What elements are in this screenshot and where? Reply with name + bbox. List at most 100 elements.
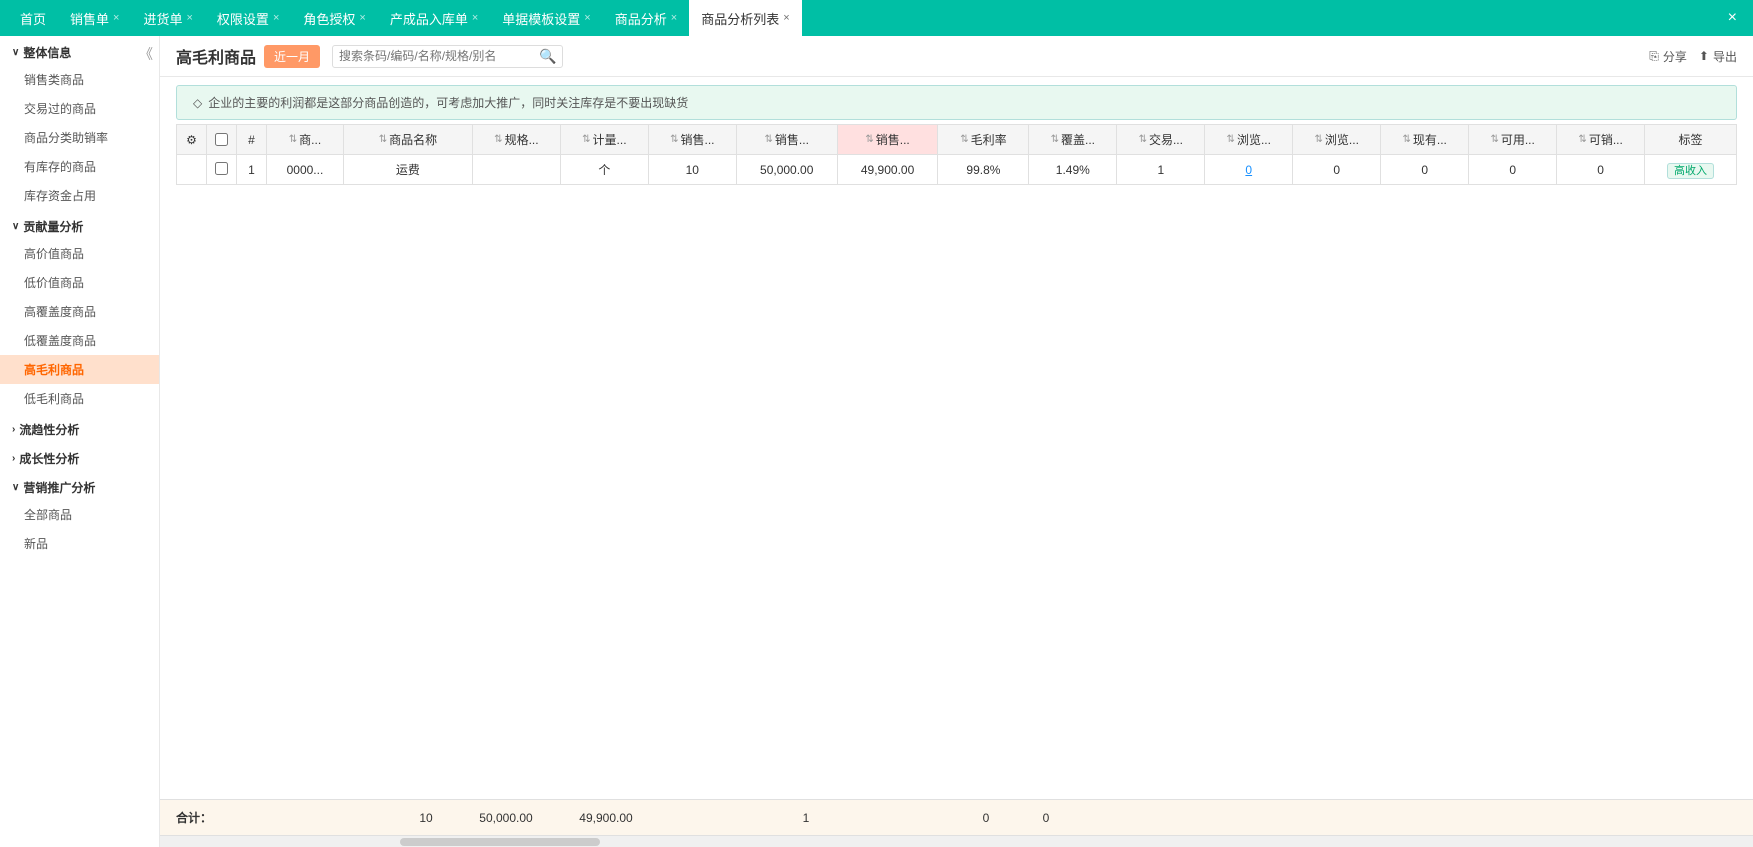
sidebar-item-stock-capital[interactable]: 库存资金占用: [0, 181, 159, 210]
nav-close-permission-settings[interactable]: ×: [273, 12, 279, 24]
total-placeholder2: [716, 811, 776, 825]
data-table-container[interactable]: ⚙ # ⇅商... ⇅商品名称: [160, 124, 1753, 799]
sidebar-collapse-button[interactable]: 《: [139, 44, 153, 64]
sidebar-group-contribution-analysis[interactable]: ∨ 贡献量分析: [0, 210, 159, 239]
col-settings[interactable]: ⚙: [177, 125, 207, 155]
sidebar-item-high-coverage-goods[interactable]: 高覆盖度商品: [0, 297, 159, 326]
total-sales-profit: 49,900.00: [556, 811, 656, 825]
nav-purchase-order[interactable]: 进货单 ×: [131, 0, 204, 36]
total-placeholder3: [836, 811, 896, 825]
col-stock[interactable]: ⇅现有...: [1381, 125, 1469, 155]
cell-browse-count2: 0: [1293, 155, 1381, 185]
col-checkbox[interactable]: [207, 125, 237, 155]
cell-browse-count1[interactable]: 0: [1205, 155, 1293, 185]
col-spec[interactable]: ⇅规格...: [472, 125, 560, 155]
search-input[interactable]: [339, 49, 539, 63]
sort-icon-gross-rate: ⇅: [960, 134, 968, 145]
col-sales-qty[interactable]: ⇅销售...: [648, 125, 736, 155]
sidebar-item-goods-in-stock[interactable]: 有库存的商品: [0, 152, 159, 181]
sidebar-item-new-goods[interactable]: 新品: [0, 529, 159, 558]
sort-icon-browse2: ⇅: [1315, 134, 1323, 145]
col-tag[interactable]: 标签: [1645, 125, 1737, 155]
nav-close-product-inbound[interactable]: ×: [472, 12, 478, 24]
expand-arrow-marketing: ∨: [12, 482, 19, 493]
footer-total-row: 合计： 10 50,000.00 49,900.00 1 0 0: [160, 799, 1753, 835]
sort-icon-sales-qty: ⇅: [670, 134, 678, 145]
sidebar-group-overall-info[interactable]: ∨ 整体信息: [0, 36, 159, 65]
info-icon: ◇: [193, 96, 202, 110]
sidebar-item-category-sales-rate[interactable]: 商品分类助销率: [0, 123, 159, 152]
sort-icon-unit: ⇅: [582, 134, 590, 145]
col-available[interactable]: ⇅可用...: [1469, 125, 1557, 155]
sort-icon-sales-profit: ⇅: [865, 134, 873, 145]
share-button[interactable]: ⎘ 分享: [1649, 48, 1687, 65]
sort-icon-saleable: ⇅: [1578, 134, 1586, 145]
sidebar-item-sales-goods[interactable]: 销售类商品: [0, 65, 159, 94]
sort-icon-browse1: ⇅: [1227, 134, 1235, 145]
cell-unit: 个: [560, 155, 648, 185]
sidebar-item-low-margin-goods[interactable]: 低毛利商品: [0, 384, 159, 413]
sidebar-item-high-margin-goods[interactable]: 高毛利商品: [0, 355, 159, 384]
sidebar-item-high-value-goods[interactable]: 高价值商品: [0, 239, 159, 268]
sidebar-group-trend-analysis[interactable]: › 流趋性分析: [0, 413, 159, 442]
nav-permission-settings[interactable]: 权限设置 ×: [205, 0, 291, 36]
col-cover-rate[interactable]: ⇅覆盖...: [1029, 125, 1117, 155]
nav-close-sales-order[interactable]: ×: [113, 12, 119, 24]
sidebar-item-traded-goods[interactable]: 交易过的商品: [0, 94, 159, 123]
nav-template-settings[interactable]: 单据模板设置 ×: [490, 0, 602, 36]
col-saleable[interactable]: ⇅可销...: [1557, 125, 1645, 155]
filter-period-button[interactable]: 近一月: [264, 45, 320, 68]
sidebar-group-marketing-analysis[interactable]: ∨ 营销推广分析: [0, 471, 159, 500]
export-button[interactable]: ⬆ 导出: [1699, 48, 1737, 65]
cell-checkbox[interactable]: [207, 155, 237, 185]
expand-arrow-trend: ›: [12, 424, 15, 435]
nav-home[interactable]: 首页: [8, 0, 58, 36]
sidebar-item-all-goods[interactable]: 全部商品: [0, 500, 159, 529]
horizontal-scrollbar[interactable]: [160, 835, 1753, 847]
nav-close-product-analysis-list[interactable]: ×: [783, 12, 789, 24]
sort-icon-available: ⇅: [1490, 134, 1498, 145]
sort-icon-stock: ⇅: [1402, 134, 1410, 145]
select-all-checkbox[interactable]: [215, 133, 228, 146]
table-header-row: ⚙ # ⇅商... ⇅商品名称: [177, 125, 1737, 155]
nav-role-auth[interactable]: 角色授权 ×: [291, 0, 377, 36]
col-code[interactable]: ⇅商...: [267, 125, 344, 155]
col-gross-rate[interactable]: ⇅毛利率: [938, 125, 1029, 155]
search-icon[interactable]: 🔍: [539, 48, 556, 65]
cell-code: 0000...: [267, 155, 344, 185]
nav-product-analysis-list[interactable]: 商品分析列表 ×: [689, 0, 801, 36]
col-name[interactable]: ⇅商品名称: [343, 125, 472, 155]
header-actions: ⎘ 分享 ⬆ 导出: [1649, 48, 1737, 65]
nav-close-template-settings[interactable]: ×: [584, 12, 590, 24]
sidebar-group-growth-analysis[interactable]: › 成长性分析: [0, 442, 159, 471]
col-browse-count1[interactable]: ⇅浏览...: [1205, 125, 1293, 155]
export-icon: ⬆: [1699, 49, 1709, 63]
data-table: ⚙ # ⇅商... ⇅商品名称: [176, 124, 1737, 185]
nav-close-product-analysis[interactable]: ×: [671, 12, 677, 24]
nav-product-inbound[interactable]: 产成品入库单 ×: [378, 0, 490, 36]
col-trade-count[interactable]: ⇅交易...: [1117, 125, 1205, 155]
col-browse-count2[interactable]: ⇅浏览...: [1293, 125, 1381, 155]
cell-stock: 0: [1381, 155, 1469, 185]
nav-close-role-auth[interactable]: ×: [359, 12, 365, 24]
close-window-button[interactable]: ×: [1720, 9, 1745, 27]
sidebar-item-low-value-goods[interactable]: 低价值商品: [0, 268, 159, 297]
sidebar-item-low-coverage-goods[interactable]: 低覆盖度商品: [0, 326, 159, 355]
total-sales-amt: 50,000.00: [456, 811, 556, 825]
nav-product-analysis[interactable]: 商品分析 ×: [603, 0, 689, 36]
total-label: 合计：: [176, 809, 396, 826]
nav-close-purchase-order[interactable]: ×: [186, 12, 192, 24]
top-navigation: 首页 销售单 × 进货单 × 权限设置 × 角色授权 × 产成品入库单 × 单据…: [0, 0, 1753, 36]
col-sales-profit[interactable]: ⇅销售...: [837, 125, 938, 155]
cell-settings: [177, 155, 207, 185]
row-checkbox[interactable]: [215, 162, 228, 175]
cell-sales-profit: 49,900.00: [837, 155, 938, 185]
col-sales-amt[interactable]: ⇅销售...: [736, 125, 837, 155]
scroll-thumb[interactable]: [400, 838, 600, 846]
nav-sales-order[interactable]: 销售单 ×: [58, 0, 131, 36]
browse-link[interactable]: 0: [1245, 163, 1252, 177]
cell-cover-rate: 1.49%: [1029, 155, 1117, 185]
col-unit[interactable]: ⇅计量...: [560, 125, 648, 155]
sort-icon-sales-amt: ⇅: [765, 134, 773, 145]
cell-trade-count: 1: [1117, 155, 1205, 185]
